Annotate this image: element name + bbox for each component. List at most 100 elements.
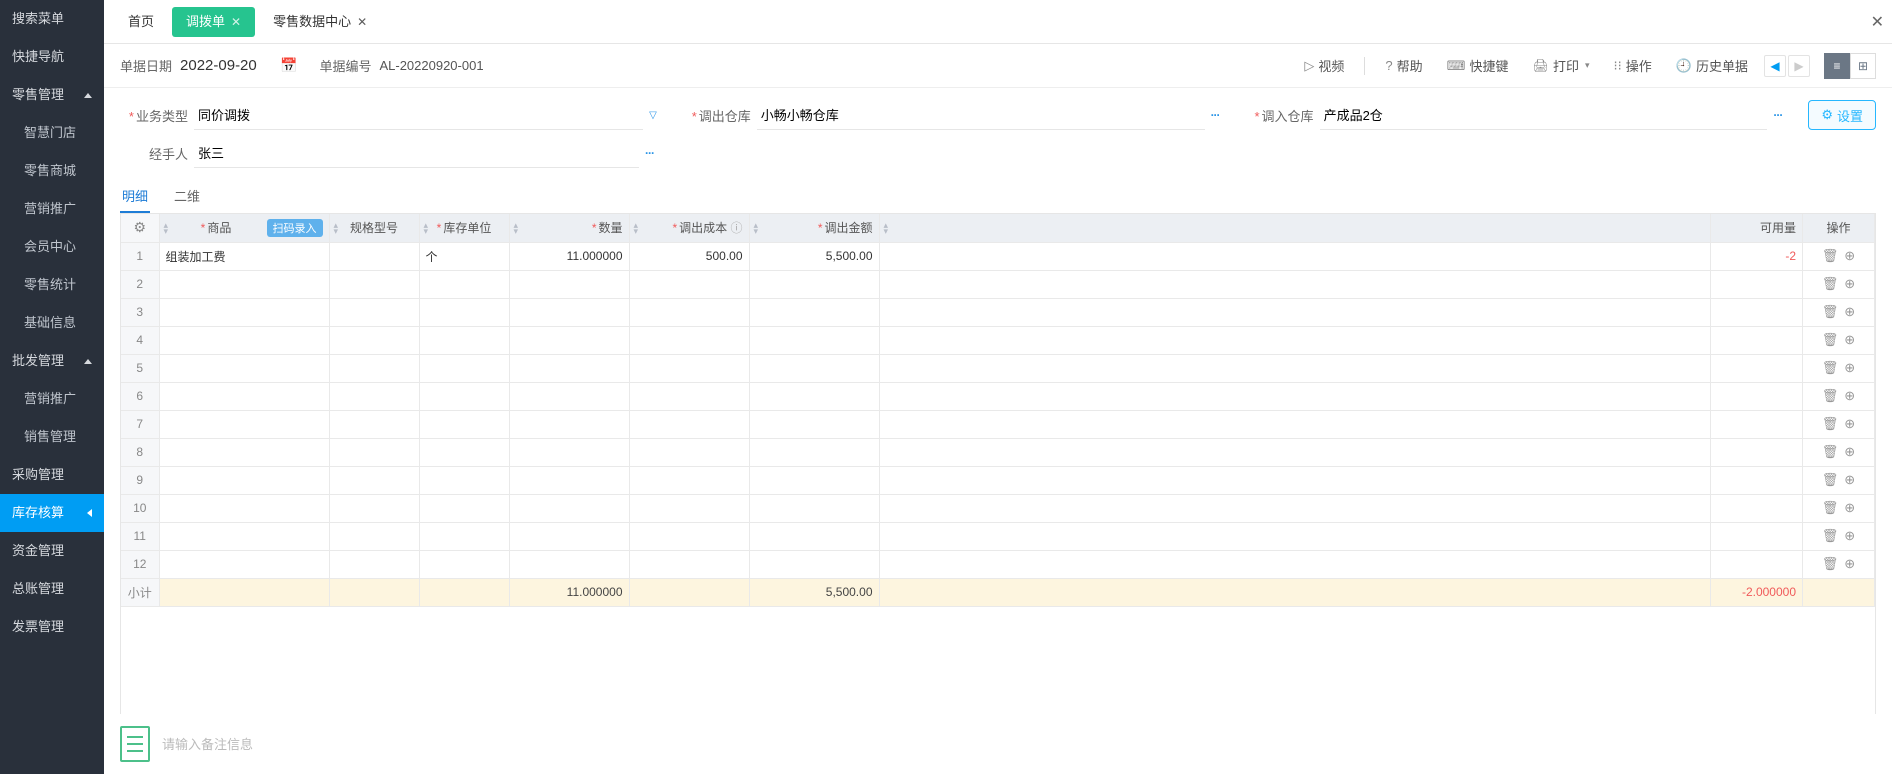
sidebar-item-3[interactable]: 智慧门店 (0, 114, 104, 152)
col-settings[interactable]: ⚙ (121, 214, 159, 242)
table-row[interactable]: 11🗑⊕ (121, 522, 1875, 550)
table-row[interactable]: 12🗑⊕ (121, 550, 1875, 578)
settings-button[interactable]: ⚙设置 (1808, 100, 1876, 130)
tab-1[interactable]: 调拨单✕ (172, 7, 255, 37)
sidebar-item-4[interactable]: 零售商城 (0, 152, 104, 190)
in-warehouse-input[interactable] (1320, 100, 1768, 130)
col-unit[interactable]: ▴▾*库存单位 (419, 214, 509, 242)
view-switch: ≡ ⊞ (1824, 53, 1876, 79)
date-input[interactable] (180, 57, 272, 75)
scan-button[interactable]: 扫码录入 (267, 219, 323, 237)
pager-next[interactable]: ▶ (1788, 55, 1810, 77)
tab-detail[interactable]: 明细 (120, 180, 150, 213)
sidebar-item-15[interactable]: 总账管理 (0, 570, 104, 608)
add-icon[interactable]: ⊕ (1844, 416, 1855, 431)
shortcut-button[interactable]: ⌨快捷键 (1439, 52, 1517, 80)
more-icon[interactable]: ··· (1767, 108, 1788, 122)
sidebar-item-13[interactable]: 库存核算 (0, 494, 104, 532)
delete-icon[interactable]: 🗑 (1822, 276, 1839, 291)
table-row[interactable]: 10🗑⊕ (121, 494, 1875, 522)
col-avail[interactable]: 可用量 (1711, 214, 1803, 242)
sidebar-item-8[interactable]: 基础信息 (0, 304, 104, 342)
add-icon[interactable]: ⊕ (1844, 444, 1855, 459)
delete-icon[interactable]: 🗑 (1822, 444, 1839, 459)
table-row[interactable]: 8🗑⊕ (121, 438, 1875, 466)
table-row[interactable]: 7🗑⊕ (121, 410, 1875, 438)
help-button[interactable]: ?帮助 (1377, 52, 1430, 80)
sidebar-item-12[interactable]: 采购管理 (0, 456, 104, 494)
delete-icon[interactable]: 🗑 (1822, 472, 1839, 487)
print-button[interactable]: 🖨打印▾ (1524, 52, 1597, 80)
col-product[interactable]: ▴▾*商品扫码录入 (159, 214, 329, 242)
gear-icon: ⚙ (133, 219, 146, 235)
sidebar-item-11[interactable]: 销售管理 (0, 418, 104, 456)
sidebar: 搜索菜单快捷导航零售管理智慧门店零售商城营销推广会员中心零售统计基础信息批发管理… (0, 0, 104, 774)
biz-type-input[interactable] (194, 100, 643, 130)
delete-icon[interactable]: 🗑 (1822, 360, 1839, 375)
sidebar-item-10[interactable]: 营销推广 (0, 380, 104, 418)
table-row[interactable]: 2🗑⊕ (121, 270, 1875, 298)
action-icon: ⁝⁝ (1614, 58, 1622, 74)
more-icon[interactable]: ··· (639, 146, 660, 160)
video-button[interactable]: ▷视频 (1296, 52, 1352, 80)
tab-0[interactable]: 首页 (114, 7, 168, 37)
add-icon[interactable]: ⊕ (1844, 528, 1855, 543)
table-row[interactable]: 9🗑⊕ (121, 466, 1875, 494)
delete-icon[interactable]: 🗑 (1822, 416, 1839, 431)
table-row[interactable]: 4🗑⊕ (121, 326, 1875, 354)
more-icon[interactable]: ··· (1205, 108, 1226, 122)
sidebar-item-7[interactable]: 零售统计 (0, 266, 104, 304)
action-button[interactable]: ⁝⁝操作 (1606, 52, 1660, 80)
sidebar-item-6[interactable]: 会员中心 (0, 228, 104, 266)
add-icon[interactable]: ⊕ (1844, 388, 1855, 403)
col-qty[interactable]: ▴▾*数量 (509, 214, 629, 242)
col-cost[interactable]: ▴▾*调出成本 ⓘ (629, 214, 749, 242)
table-row[interactable]: 6🗑⊕ (121, 382, 1875, 410)
delete-icon[interactable]: 🗑 (1822, 528, 1839, 543)
tab-2d[interactable]: 二维 (172, 180, 202, 213)
add-icon[interactable]: ⊕ (1844, 360, 1855, 375)
sidebar-item-16[interactable]: 发票管理 (0, 608, 104, 646)
delete-icon[interactable]: 🗑 (1822, 248, 1839, 263)
delete-icon[interactable]: 🗑 (1822, 500, 1839, 515)
add-icon[interactable]: ⊕ (1844, 472, 1855, 487)
delete-icon[interactable]: 🗑 (1822, 304, 1839, 319)
sidebar-item-0[interactable]: 搜索菜单 (0, 0, 104, 38)
sidebar-item-9[interactable]: 批发管理 (0, 342, 104, 380)
close-all-tabs-icon[interactable]: ✕ (1871, 12, 1884, 32)
info-icon[interactable]: ⓘ (730, 221, 742, 235)
out-warehouse-input[interactable] (757, 100, 1205, 130)
remark-input[interactable] (162, 731, 1876, 758)
table-row[interactable]: 3🗑⊕ (121, 298, 1875, 326)
sidebar-item-1[interactable]: 快捷导航 (0, 38, 104, 76)
history-button[interactable]: 🕘历史单据 (1668, 52, 1756, 80)
view-grid-button[interactable]: ⊞ (1850, 53, 1876, 79)
table-row[interactable]: 5🗑⊕ (121, 354, 1875, 382)
note-icon (120, 726, 150, 762)
docno-label: 单据编号 (319, 56, 371, 75)
tab-2[interactable]: 零售数据中心✕ (259, 7, 381, 37)
pager-prev[interactable]: ◀ (1764, 55, 1786, 77)
out-warehouse-field: *调出仓库 ··· (683, 100, 1226, 130)
add-icon[interactable]: ⊕ (1844, 332, 1855, 347)
add-icon[interactable]: ⊕ (1844, 500, 1855, 515)
add-icon[interactable]: ⊕ (1844, 276, 1855, 291)
sidebar-item-5[interactable]: 营销推广 (0, 190, 104, 228)
add-icon[interactable]: ⊕ (1844, 556, 1855, 571)
add-icon[interactable]: ⊕ (1844, 248, 1855, 263)
delete-icon[interactable]: 🗑 (1822, 388, 1839, 403)
sidebar-item-14[interactable]: 资金管理 (0, 532, 104, 570)
calendar-icon[interactable]: 📅 (280, 57, 297, 74)
close-icon[interactable]: ✕ (231, 7, 241, 37)
handler-input[interactable] (194, 138, 639, 168)
delete-icon[interactable]: 🗑 (1822, 332, 1839, 347)
add-icon[interactable]: ⊕ (1844, 304, 1855, 319)
sidebar-item-2[interactable]: 零售管理 (0, 76, 104, 114)
delete-icon[interactable]: 🗑 (1822, 556, 1839, 571)
view-list-button[interactable]: ≡ (1824, 53, 1850, 79)
col-spec[interactable]: ▴▾规格型号 (329, 214, 419, 242)
table-row[interactable]: 1组装加工费个11.000000500.005,500.00-2🗑⊕ (121, 242, 1875, 270)
close-icon[interactable]: ✕ (357, 7, 367, 37)
col-amount[interactable]: ▴▾*调出金额 (749, 214, 879, 242)
chevron-down-icon[interactable]: ▽ (643, 110, 663, 121)
